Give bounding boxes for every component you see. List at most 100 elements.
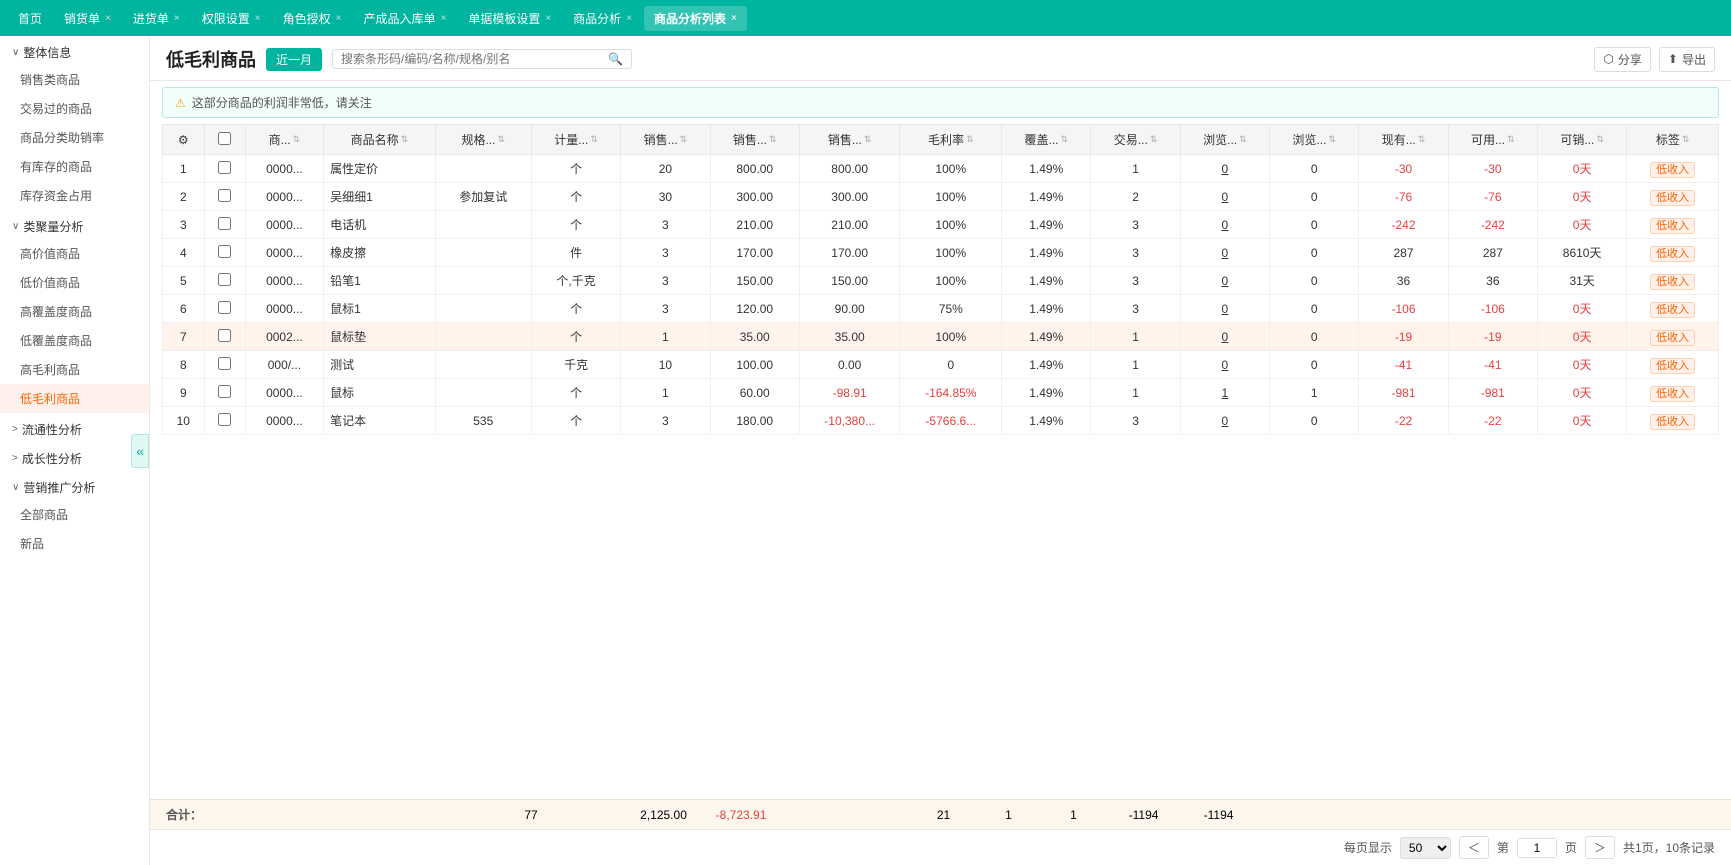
footer-cell: -8,723.91 — [701, 808, 781, 822]
nav-close-icon[interactable]: × — [545, 13, 551, 24]
col-header-spec[interactable]: 规格...⇅ — [435, 125, 531, 155]
time-filter-button[interactable]: 近一月 — [266, 48, 322, 71]
sidebar-item-新品[interactable]: 新品 — [0, 529, 149, 558]
cell-sales_qty: 30 — [621, 183, 710, 211]
col-header-saleable[interactable]: 可销...⇅ — [1537, 125, 1626, 155]
nav-close-icon[interactable]: × — [174, 13, 180, 24]
sidebar-item-销售类商品[interactable]: 销售类商品 — [0, 65, 149, 94]
row-checkbox[interactable] — [218, 217, 231, 230]
col-header-current_stock[interactable]: 现有...⇅ — [1359, 125, 1448, 155]
tag-badge: 低收入 — [1650, 330, 1695, 346]
col-header-name[interactable]: 商品名称⇅ — [324, 125, 435, 155]
col-header-sales_qty[interactable]: 销售...⇅ — [621, 125, 710, 155]
views-link[interactable]: 0 — [1222, 330, 1229, 344]
col-header-available[interactable]: 可用...⇅ — [1448, 125, 1537, 155]
page-input[interactable] — [1517, 838, 1557, 858]
nav-item-商品分析列表[interactable]: 商品分析列表× — [644, 6, 747, 31]
nav-item-进货单[interactable]: 进货单× — [123, 6, 190, 31]
views-link[interactable]: 0 — [1222, 162, 1229, 176]
sidebar-group-流通性分析[interactable]: >流通性分析 — [0, 413, 149, 442]
nav-item-产成品入库单[interactable]: 产成品入库单× — [353, 6, 456, 31]
table-row: 10000...属性定价个20800.00800.00100%1.49%100-… — [163, 155, 1719, 183]
nav-item-权限设置[interactable]: 权限设置× — [192, 6, 271, 31]
per-page-select[interactable]: 50 100 200 — [1400, 837, 1451, 859]
views-link[interactable]: 0 — [1222, 414, 1229, 428]
cell-checkbox — [204, 379, 245, 407]
col-header-sales_price[interactable]: 销售...⇅ — [710, 125, 799, 155]
sidebar-item-低毛利商品[interactable]: 低毛利商品 — [0, 384, 149, 413]
row-checkbox[interactable] — [218, 329, 231, 342]
col-header-gross_margin[interactable]: 毛利率⇅ — [900, 125, 1002, 155]
nav-close-icon[interactable]: × — [440, 13, 446, 24]
tag-badge: 低收入 — [1650, 274, 1695, 290]
col-header-code[interactable]: 商...⇅ — [245, 125, 323, 155]
nav-close-icon[interactable]: × — [731, 13, 737, 24]
cell-spec — [435, 323, 531, 351]
sidebar-item-高价值商品[interactable]: 高价值商品 — [0, 239, 149, 268]
views-link[interactable]: 0 — [1222, 302, 1229, 316]
views-link[interactable]: 0 — [1222, 246, 1229, 260]
tag-badge: 低收入 — [1650, 246, 1695, 262]
nav-close-icon[interactable]: × — [105, 13, 111, 24]
col-header-sales_profit[interactable]: 销售...⇅ — [799, 125, 900, 155]
nav-item-首页[interactable]: 首页 — [8, 6, 52, 31]
col-header-coverage[interactable]: 覆盖...⇅ — [1002, 125, 1091, 155]
col-header-views1[interactable]: 浏览...⇅ — [1180, 125, 1269, 155]
col-header-transactions[interactable]: 交易...⇅ — [1091, 125, 1180, 155]
sidebar-item-商品分类助销率[interactable]: 商品分类助销率 — [0, 123, 149, 152]
sidebar-group-成长性分析[interactable]: >成长性分析 — [0, 442, 149, 471]
views-link[interactable]: 0 — [1222, 190, 1229, 204]
row-checkbox[interactable] — [218, 273, 231, 286]
col-header-views2[interactable]: 浏览...⇅ — [1270, 125, 1359, 155]
sidebar-item-低价值商品[interactable]: 低价值商品 — [0, 268, 149, 297]
share-button[interactable]: ⬡ 分享 — [1594, 47, 1651, 72]
row-checkbox[interactable] — [218, 385, 231, 398]
cell-tag: 低收入 — [1627, 211, 1719, 239]
nav-item-销货单[interactable]: 销货单× — [54, 6, 121, 31]
nav-close-icon[interactable]: × — [336, 13, 342, 24]
cell-gross_margin: 100% — [900, 239, 1002, 267]
footer-cell — [1256, 808, 1321, 822]
cell-views2: 0 — [1270, 267, 1359, 295]
sidebar-item-全部商品[interactable]: 全部商品 — [0, 500, 149, 529]
sidebar-item-库存资金占用[interactable]: 库存资金占用 — [0, 181, 149, 210]
row-checkbox[interactable] — [218, 245, 231, 258]
sidebar-group-类聚量分析[interactable]: ∨类聚量分析 — [0, 210, 149, 239]
row-checkbox[interactable] — [218, 189, 231, 202]
cell-current_stock: -106 — [1359, 295, 1448, 323]
col-header-unit[interactable]: 计量...⇅ — [531, 125, 620, 155]
footer-cell — [561, 808, 626, 822]
search-input[interactable] — [341, 52, 608, 66]
views-link[interactable]: 1 — [1222, 386, 1229, 400]
cell-code: 0000... — [245, 183, 323, 211]
sidebar-item-低覆盖度商品[interactable]: 低覆盖度商品 — [0, 326, 149, 355]
sidebar-collapse-button[interactable]: « — [131, 434, 149, 468]
nav-close-icon[interactable]: × — [255, 13, 261, 24]
sidebar-group-整体信息[interactable]: ∨整体信息 — [0, 36, 149, 65]
views-link[interactable]: 0 — [1222, 274, 1229, 288]
col-header-tag[interactable]: 标签⇅ — [1627, 125, 1719, 155]
views-link[interactable]: 0 — [1222, 218, 1229, 232]
cell-coverage: 1.49% — [1002, 239, 1091, 267]
search-icon[interactable]: 🔍 — [608, 52, 623, 66]
row-checkbox[interactable] — [218, 161, 231, 174]
cell-sales_qty: 10 — [621, 351, 710, 379]
row-checkbox[interactable] — [218, 413, 231, 426]
nav-item-单据模板设置[interactable]: 单据模板设置× — [458, 6, 561, 31]
nav-close-icon[interactable]: × — [626, 13, 632, 24]
sidebar-group-营销推广分析[interactable]: ∨营销推广分析 — [0, 471, 149, 500]
sidebar-item-有库存的商品[interactable]: 有库存的商品 — [0, 152, 149, 181]
next-page-button[interactable]: ＞ — [1585, 836, 1615, 859]
sidebar-item-高覆盖度商品[interactable]: 高覆盖度商品 — [0, 297, 149, 326]
select-all-checkbox[interactable] — [218, 132, 231, 145]
row-checkbox[interactable] — [218, 357, 231, 370]
views-link[interactable]: 0 — [1222, 358, 1229, 372]
sidebar-item-交易过的商品[interactable]: 交易过的商品 — [0, 94, 149, 123]
nav-item-角色授权[interactable]: 角色授权× — [273, 6, 352, 31]
sidebar-item-高毛利商品[interactable]: 高毛利商品 — [0, 355, 149, 384]
cell-no: 3 — [163, 211, 205, 239]
prev-page-button[interactable]: ＜ — [1459, 836, 1489, 859]
row-checkbox[interactable] — [218, 301, 231, 314]
export-button[interactable]: ⬆ 导出 — [1659, 47, 1715, 72]
nav-item-商品分析[interactable]: 商品分析× — [563, 6, 642, 31]
